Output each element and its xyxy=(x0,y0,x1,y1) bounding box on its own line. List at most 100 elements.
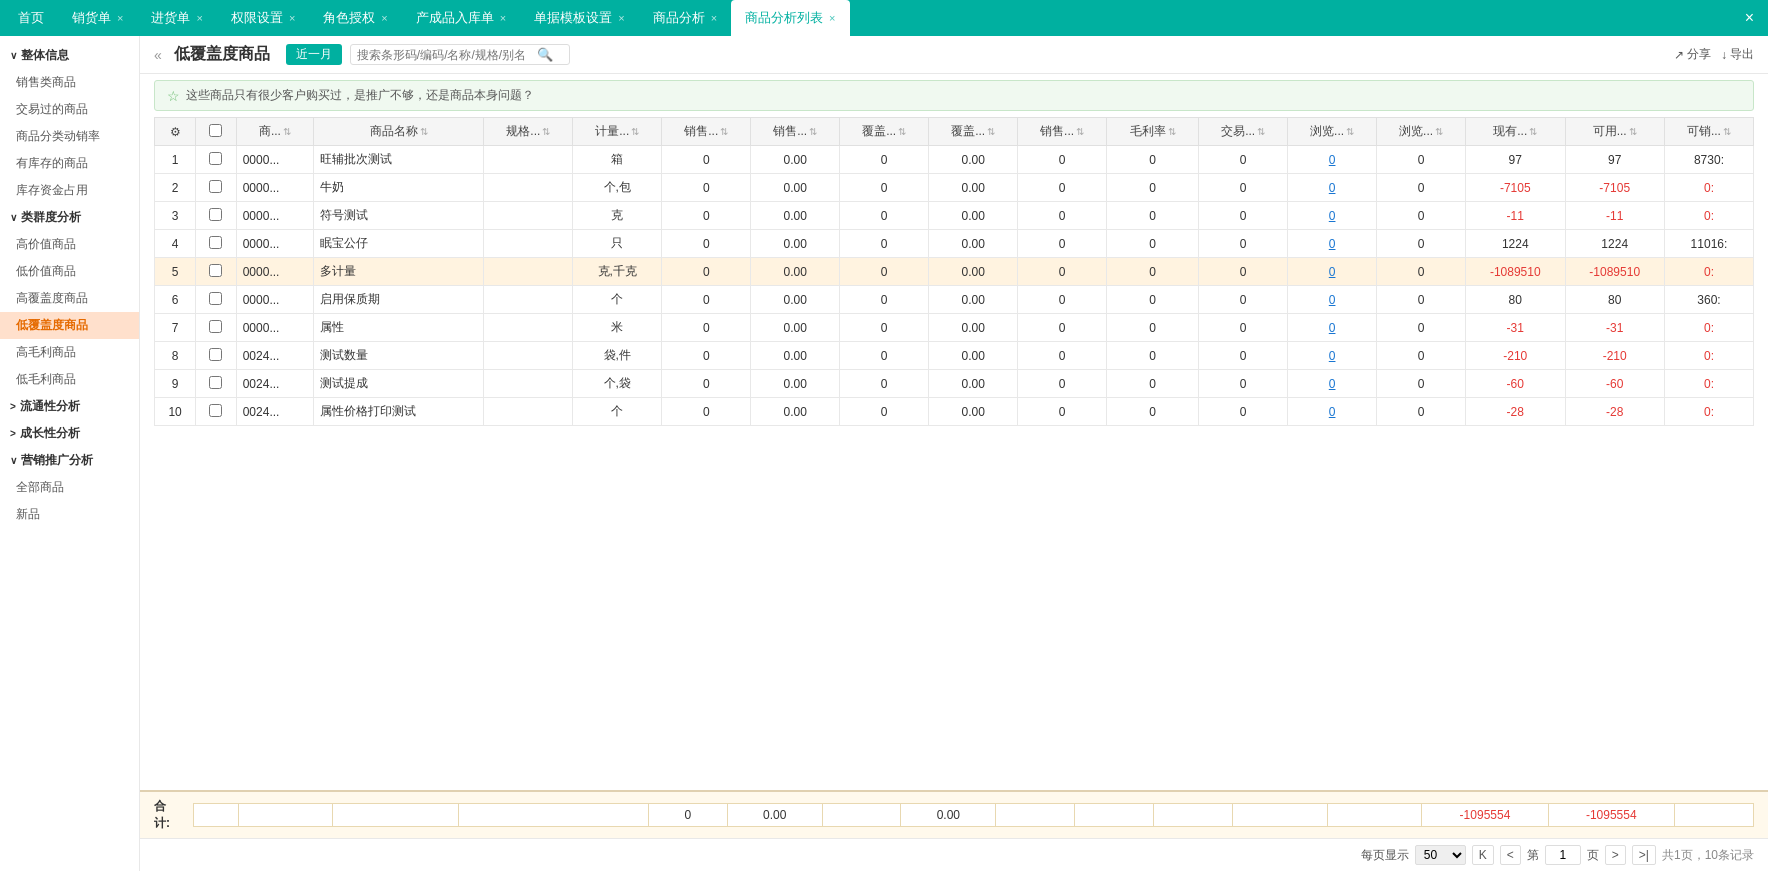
tab-sales-order[interactable]: 销货单 × xyxy=(58,0,137,36)
column-browse2[interactable]: 浏览...⇅ xyxy=(1377,118,1466,146)
column-name[interactable]: 商品名称⇅ xyxy=(314,118,484,146)
row-browse1[interactable]: 0 xyxy=(1288,314,1377,342)
row-stock-avail: -28 xyxy=(1565,398,1664,426)
column-stock-cur[interactable]: 现有...⇅ xyxy=(1466,118,1565,146)
last-page-button[interactable]: >| xyxy=(1632,845,1656,865)
next-page-button[interactable]: > xyxy=(1605,845,1626,865)
row-cover1: 0 xyxy=(840,146,929,174)
row-sales-days: 0 xyxy=(1018,174,1107,202)
sidebar-item-traded-goods[interactable]: 交易过的商品 xyxy=(0,96,139,123)
prev-page-button[interactable]: < xyxy=(1500,845,1521,865)
close-icon[interactable]: × xyxy=(289,12,295,24)
sidebar-item-high-coverage[interactable]: 高覆盖度商品 xyxy=(0,285,139,312)
tab-product-analysis-list[interactable]: 商品分析列表 × xyxy=(731,0,849,36)
row-browse1[interactable]: 0 xyxy=(1288,174,1377,202)
close-icon[interactable]: × xyxy=(711,12,717,24)
row-browse1[interactable]: 0 xyxy=(1288,370,1377,398)
row-browse2: 0 xyxy=(1377,286,1466,314)
column-sales-qty[interactable]: 销售...⇅ xyxy=(662,118,751,146)
tab-permission-settings[interactable]: 权限设置 × xyxy=(217,0,309,36)
column-browse1[interactable]: 浏览...⇅ xyxy=(1288,118,1377,146)
sidebar-item-low-value[interactable]: 低价值商品 xyxy=(0,258,139,285)
column-sales-amt[interactable]: 销售...⇅ xyxy=(751,118,840,146)
row-browse1[interactable]: 0 xyxy=(1288,258,1377,286)
row-sales-qty: 0 xyxy=(662,146,751,174)
row-checkbox[interactable] xyxy=(196,286,237,314)
sidebar-item-low-coverage[interactable]: 低覆盖度商品 xyxy=(0,312,139,339)
row-cover1: 0 xyxy=(840,342,929,370)
column-stock-avail[interactable]: 可用...⇅ xyxy=(1565,118,1664,146)
sidebar-item-category-sales-rate[interactable]: 商品分类动销率 xyxy=(0,123,139,150)
tab-role-auth[interactable]: 角色授权 × xyxy=(309,0,401,36)
sidebar-group-marketing[interactable]: ∨ 营销推广分析 xyxy=(0,447,139,474)
row-browse1[interactable]: 0 xyxy=(1288,230,1377,258)
sidebar-collapse-button[interactable]: « xyxy=(154,47,162,63)
row-checkbox[interactable] xyxy=(196,146,237,174)
row-checkbox[interactable] xyxy=(196,230,237,258)
close-icon[interactable]: × xyxy=(618,12,624,24)
column-trade[interactable]: 交易...⇅ xyxy=(1199,118,1288,146)
row-checkbox[interactable] xyxy=(196,258,237,286)
sidebar-group-cluster[interactable]: ∨ 类群度分析 xyxy=(0,204,139,231)
row-gross-rate: 0 xyxy=(1107,342,1199,370)
tab-home[interactable]: 首页 xyxy=(4,0,58,36)
column-settings[interactable]: ⚙ xyxy=(155,118,196,146)
column-stock-sale[interactable]: 可销...⇅ xyxy=(1664,118,1753,146)
tab-purchase-order[interactable]: 进货单 × xyxy=(137,0,216,36)
sidebar-item-new-goods[interactable]: 新品 xyxy=(0,501,139,528)
row-checkbox[interactable] xyxy=(196,342,237,370)
close-icon[interactable]: × xyxy=(381,12,387,24)
select-all-checkbox[interactable] xyxy=(209,124,222,137)
row-sales-amt: 0.00 xyxy=(751,146,840,174)
column-code[interactable]: 商...⇅ xyxy=(236,118,314,146)
column-sales-days[interactable]: 销售...⇅ xyxy=(1018,118,1107,146)
row-checkbox[interactable] xyxy=(196,370,237,398)
column-gross-rate[interactable]: 毛利率⇅ xyxy=(1107,118,1199,146)
data-table-wrapper[interactable]: ⚙ 商...⇅ 商品名称⇅ 规格...⇅ 计量...⇅ 销售...⇅ 销售...… xyxy=(140,117,1768,790)
export-button[interactable]: ↓ 导出 xyxy=(1721,46,1754,63)
sidebar-item-high-profit[interactable]: 高毛利商品 xyxy=(0,339,139,366)
sidebar-item-stock-capital[interactable]: 库存资金占用 xyxy=(0,177,139,204)
close-icon[interactable]: × xyxy=(500,12,506,24)
tab-product-storage[interactable]: 产成品入库单 × xyxy=(402,0,520,36)
sidebar-section-group-analysis: ∨ 类群度分析 高价值商品 低价值商品 高覆盖度商品 低覆盖度商品 高毛利商品 … xyxy=(0,204,139,393)
search-input[interactable] xyxy=(357,48,537,62)
row-browse1[interactable]: 0 xyxy=(1288,202,1377,230)
tab-template-settings[interactable]: 单据模板设置 × xyxy=(520,0,638,36)
row-browse1[interactable]: 0 xyxy=(1288,342,1377,370)
row-code: 0024... xyxy=(236,398,314,426)
close-all-tabs-button[interactable]: × xyxy=(1735,9,1764,27)
row-stock-avail: -11 xyxy=(1565,202,1664,230)
share-button[interactable]: ↗ 分享 xyxy=(1674,46,1711,63)
row-stock-sale: 0: xyxy=(1664,370,1753,398)
row-checkbox[interactable] xyxy=(196,202,237,230)
first-page-button[interactable]: K xyxy=(1472,845,1494,865)
column-checkbox-header[interactable] xyxy=(196,118,237,146)
column-unit[interactable]: 计量...⇅ xyxy=(573,118,662,146)
row-browse1[interactable]: 0 xyxy=(1288,146,1377,174)
close-icon[interactable]: × xyxy=(196,12,202,24)
column-cover1[interactable]: 覆盖...⇅ xyxy=(840,118,929,146)
sidebar-item-sales-goods[interactable]: 销售类商品 xyxy=(0,69,139,96)
sidebar-item-low-profit[interactable]: 低毛利商品 xyxy=(0,366,139,393)
row-checkbox[interactable] xyxy=(196,398,237,426)
sidebar-group-overview[interactable]: ∨ 整体信息 xyxy=(0,42,139,69)
row-checkbox[interactable] xyxy=(196,314,237,342)
row-browse1[interactable]: 0 xyxy=(1288,286,1377,314)
sidebar-group-growth[interactable]: > 成长性分析 xyxy=(0,420,139,447)
row-browse1[interactable]: 0 xyxy=(1288,398,1377,426)
page-number-input[interactable] xyxy=(1545,845,1581,865)
tab-product-analysis[interactable]: 商品分析 × xyxy=(639,0,731,36)
column-spec[interactable]: 规格...⇅ xyxy=(484,118,573,146)
filter-period-button[interactable]: 近一月 xyxy=(286,44,342,65)
close-icon[interactable]: × xyxy=(117,12,123,24)
sidebar-item-all-goods[interactable]: 全部商品 xyxy=(0,474,139,501)
close-icon[interactable]: × xyxy=(829,12,835,24)
row-checkbox[interactable] xyxy=(196,174,237,202)
column-cover2[interactable]: 覆盖...⇅ xyxy=(929,118,1018,146)
sidebar-group-circulation[interactable]: > 流通性分析 xyxy=(0,393,139,420)
sidebar-item-high-value[interactable]: 高价值商品 xyxy=(0,231,139,258)
per-page-select[interactable]: 50 20 100 200 xyxy=(1415,845,1466,865)
sidebar-item-stocked-goods[interactable]: 有库存的商品 xyxy=(0,150,139,177)
search-icon[interactable]: 🔍 xyxy=(537,47,553,62)
